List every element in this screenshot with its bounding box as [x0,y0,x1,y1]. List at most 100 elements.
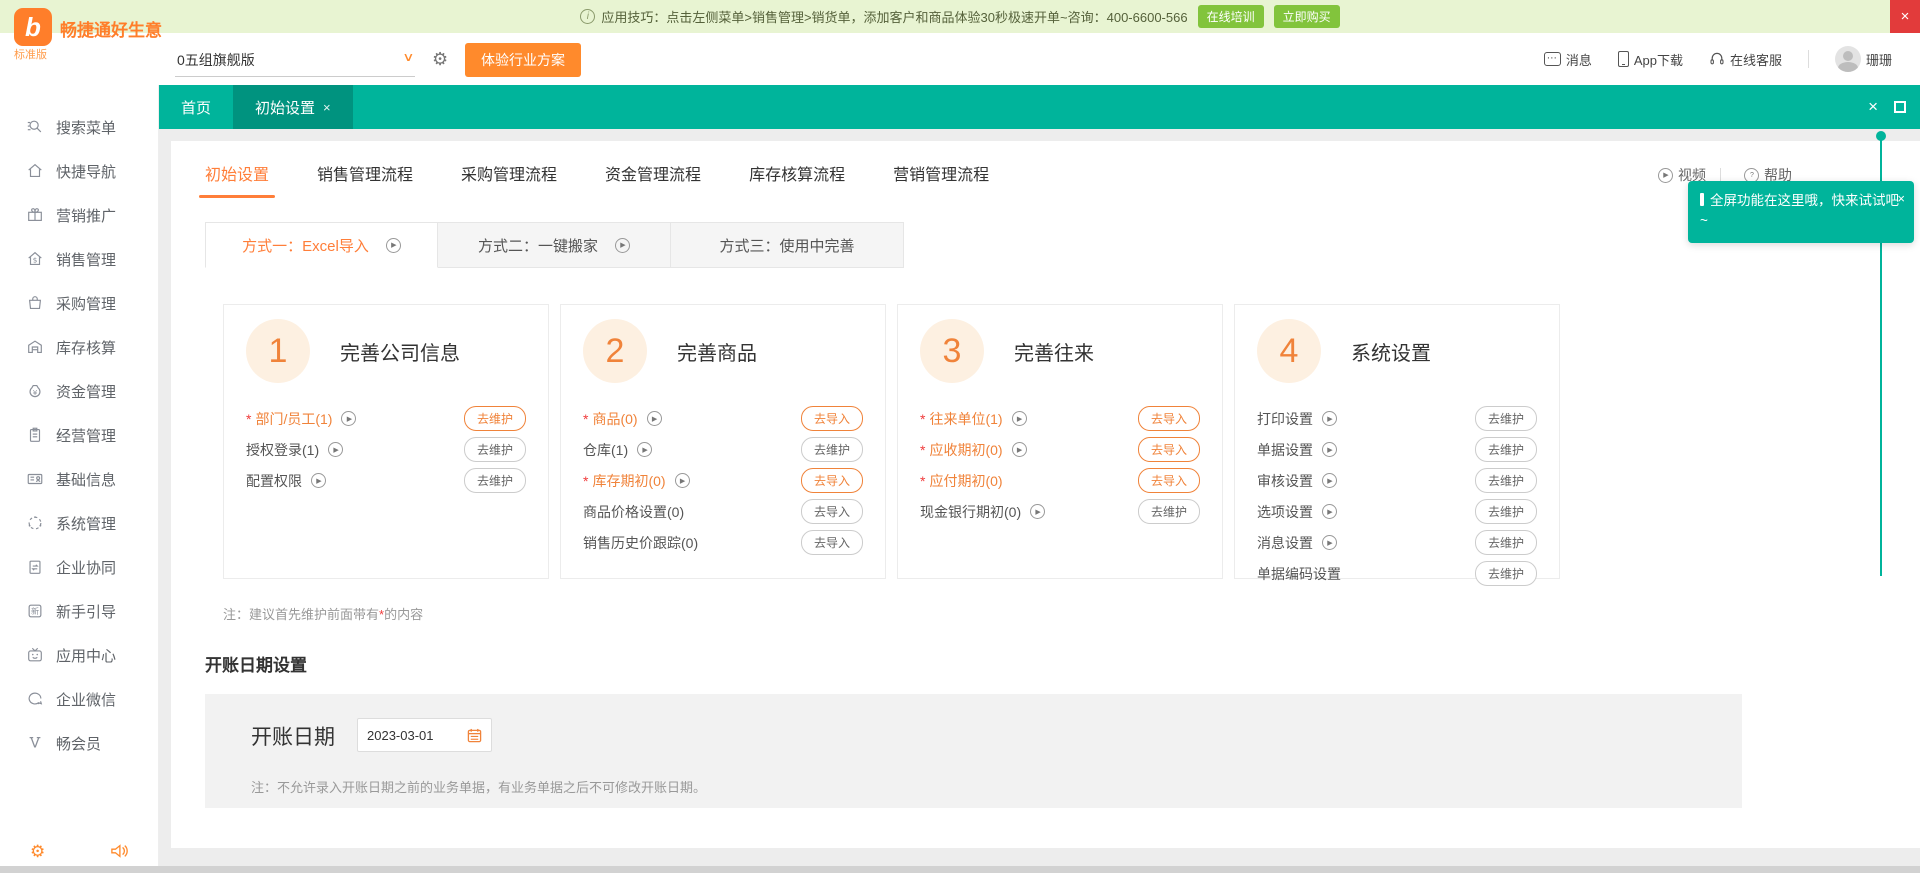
去维护-button[interactable]: 去维护 [1474,468,1537,493]
sidebar-item-库存核算[interactable]: 库存核算 [0,325,158,369]
去维护-button[interactable]: 去维护 [463,468,526,493]
setup-item-label: 单据编码设置 [1257,565,1341,582]
去维护-button[interactable]: 去维护 [1474,406,1537,431]
sidebar-item-新手引导[interactable]: 新 新手引导 [0,589,158,633]
open-tab-首页[interactable]: 首页 [159,85,233,129]
play-icon[interactable]: ▶ [1030,504,1046,519]
chat-bubble-icon [28,692,43,705]
open-tab-label: 初始设置 [255,99,316,117]
method-tab-方式二：一键搬家[interactable]: 方式二：一键搬家 ▶ [438,222,671,268]
play-icon[interactable]: ▶ [1322,442,1337,457]
play-icon[interactable]: ▶ [1322,411,1337,426]
tab-营销管理流程[interactable]: 营销管理流程 [893,161,989,198]
notice-close-button[interactable]: × [1890,0,1920,33]
setup-item-授权登录(1): 授权登录(1) ▶ 去维护 [246,434,526,465]
去维护-button[interactable]: 去维护 [1474,530,1537,555]
play-icon[interactable]: ▶ [674,473,690,488]
online-service-link[interactable]: 在线客服 [1709,50,1782,69]
sidebar-item-企业微信[interactable]: 企业微信 [0,677,158,721]
去维护-button[interactable]: 去维护 [1474,561,1537,586]
online-training-button[interactable]: 在线培训 [1197,5,1264,28]
去导入-button[interactable]: 去导入 [800,406,863,431]
去导入-button[interactable]: 去导入 [800,530,863,555]
play-icon[interactable]: ▶ [1322,473,1337,488]
gear-icon[interactable]: ⚙ [30,842,45,862]
去导入-button[interactable]: 去导入 [1137,437,1200,462]
play-icon[interactable]: ▶ [637,442,653,457]
去导入-button[interactable]: 去导入 [1137,406,1200,431]
sidebar-item-经营管理[interactable]: 经营管理 [0,413,158,457]
tab-库存核算流程[interactable]: 库存核算流程 [749,161,845,198]
clipboard-icon [29,427,41,442]
step-card-完善商品: 2 完善商品 * 商品(0) ▶ 去导入 仓库(1) ▶ 去维护 * 库存期初(0) ▶ 去导入 商品… [560,304,886,579]
tab-资金管理流程[interactable]: 资金管理流程 [605,161,701,198]
trial-solution-button[interactable]: 体验行业方案 [465,43,581,77]
step-card-完善公司信息: 1 完善公司信息 * 部门/员工(1) ▶ 去维护 授权登录(1) ▶ 去维护 配置权限 ▶ 去维… [223,304,549,579]
play-icon[interactable]: ▶ [1322,504,1337,519]
avatar [1834,46,1861,72]
user-menu[interactable]: 珊珊 [1834,46,1892,72]
svg-text:$: $ [33,256,38,265]
tab-初始设置[interactable]: 初始设置 [198,161,276,198]
method-tab-方式一：Excel导入[interactable]: 方式一：Excel导入 ▶ [205,222,438,268]
gear-icon[interactable]: ⚙ [432,49,448,70]
sidebar-item-企业协同[interactable]: 企业协同 [0,545,158,589]
speaker-icon[interactable] [110,843,128,862]
sidebar-item-搜索菜单[interactable]: 搜索菜单 [0,105,158,149]
sidebar-item-系统管理[interactable]: 系统管理 [0,501,158,545]
open-tab-初始设置[interactable]: 初始设置 × [233,85,353,129]
play-icon[interactable]: ▶ [341,411,357,426]
setup-item-销售历史价跟踪(0): 销售历史价跟踪(0) 去导入 [583,527,863,558]
去维护-button[interactable]: 去维护 [463,437,526,462]
setup-item-label: 选项设置 [1257,503,1313,520]
去导入-button[interactable]: 去导入 [800,499,863,524]
setup-item-label: 商品(0) [592,410,638,427]
account-select[interactable]: 0五组旗舰版 ∨ [175,47,415,77]
setup-item-应收期初(0): * 应收期初(0) ▶ 去导入 [920,434,1200,465]
close-icon[interactable]: × [323,100,331,115]
去维护-button[interactable]: 去维护 [1474,499,1537,524]
play-icon[interactable]: ▶ [1011,411,1027,426]
play-icon[interactable]: ▶ [646,411,662,426]
play-icon[interactable]: ▶ [311,473,326,488]
去导入-button[interactable]: 去导入 [800,468,863,493]
buy-now-button[interactable]: 立即购买 [1273,5,1340,28]
close-icon[interactable]: × [1868,97,1878,117]
brand-logo-icon: b [14,8,52,46]
fullscreen-icon[interactable] [1894,101,1906,113]
method-tab-方式三：使用中完善[interactable]: 方式三：使用中完善 [671,222,904,268]
去维护-button[interactable]: 去维护 [463,406,526,431]
play-icon[interactable]: ▶ [328,442,344,457]
warehouse-icon [28,340,42,353]
去维护-button[interactable]: 去维护 [1137,499,1200,524]
svg-text:¥: ¥ [33,388,38,397]
setup-item-label: 商品价格设置(0) [583,503,685,520]
sidebar-item-营销推广[interactable]: 营销推广 [0,193,158,237]
sidebar-item-应用中心[interactable]: 应用中心 [0,633,158,677]
app-download-label: App下载 [1633,52,1683,68]
去导入-button[interactable]: 去导入 [1137,468,1200,493]
messages-link[interactable]: ⋯ 消息 [1543,50,1592,69]
clipboard-sync-icon [29,560,41,574]
sidebar: 搜索菜单 快捷导航 营销推广 $ 销售管理 采购管理 库存核算 ¥ 资金管理 经营管理 基础信息 系统… [0,85,159,873]
tab-采购管理流程[interactable]: 采购管理流程 [461,161,557,198]
play-icon[interactable]: ▶ [1322,535,1337,550]
去维护-button[interactable]: 去维护 [800,437,863,462]
sidebar-item-采购管理[interactable]: 采购管理 [0,281,158,325]
去维护-button[interactable]: 去维护 [1474,437,1537,462]
app-download-link[interactable]: App下载 [1617,50,1683,69]
play-icon[interactable]: ▶ [1011,442,1027,457]
opening-date-input[interactable]: 2023-03-01 [357,718,492,752]
sidebar-item-资金管理[interactable]: ¥ 资金管理 [0,369,158,413]
sidebar-item-销售管理[interactable]: $ 销售管理 [0,237,158,281]
sidebar-item-畅会员[interactable]: V 畅会员 [0,721,158,765]
setup-item-label: 库存期初(0) [592,472,666,489]
setup-item-现金银行期初(0): 现金银行期初(0) ▶ 去维护 [920,496,1200,527]
close-icon[interactable]: × [1897,189,1905,209]
scrollbar-thumb[interactable] [1876,131,1886,141]
sidebar-item-快捷导航[interactable]: 快捷导航 [0,149,158,193]
tab-销售管理流程[interactable]: 销售管理流程 [317,161,413,198]
member-v-icon: V [29,736,41,752]
newbie-badge-icon: 新 [28,604,42,618]
sidebar-item-基础信息[interactable]: 基础信息 [0,457,158,501]
